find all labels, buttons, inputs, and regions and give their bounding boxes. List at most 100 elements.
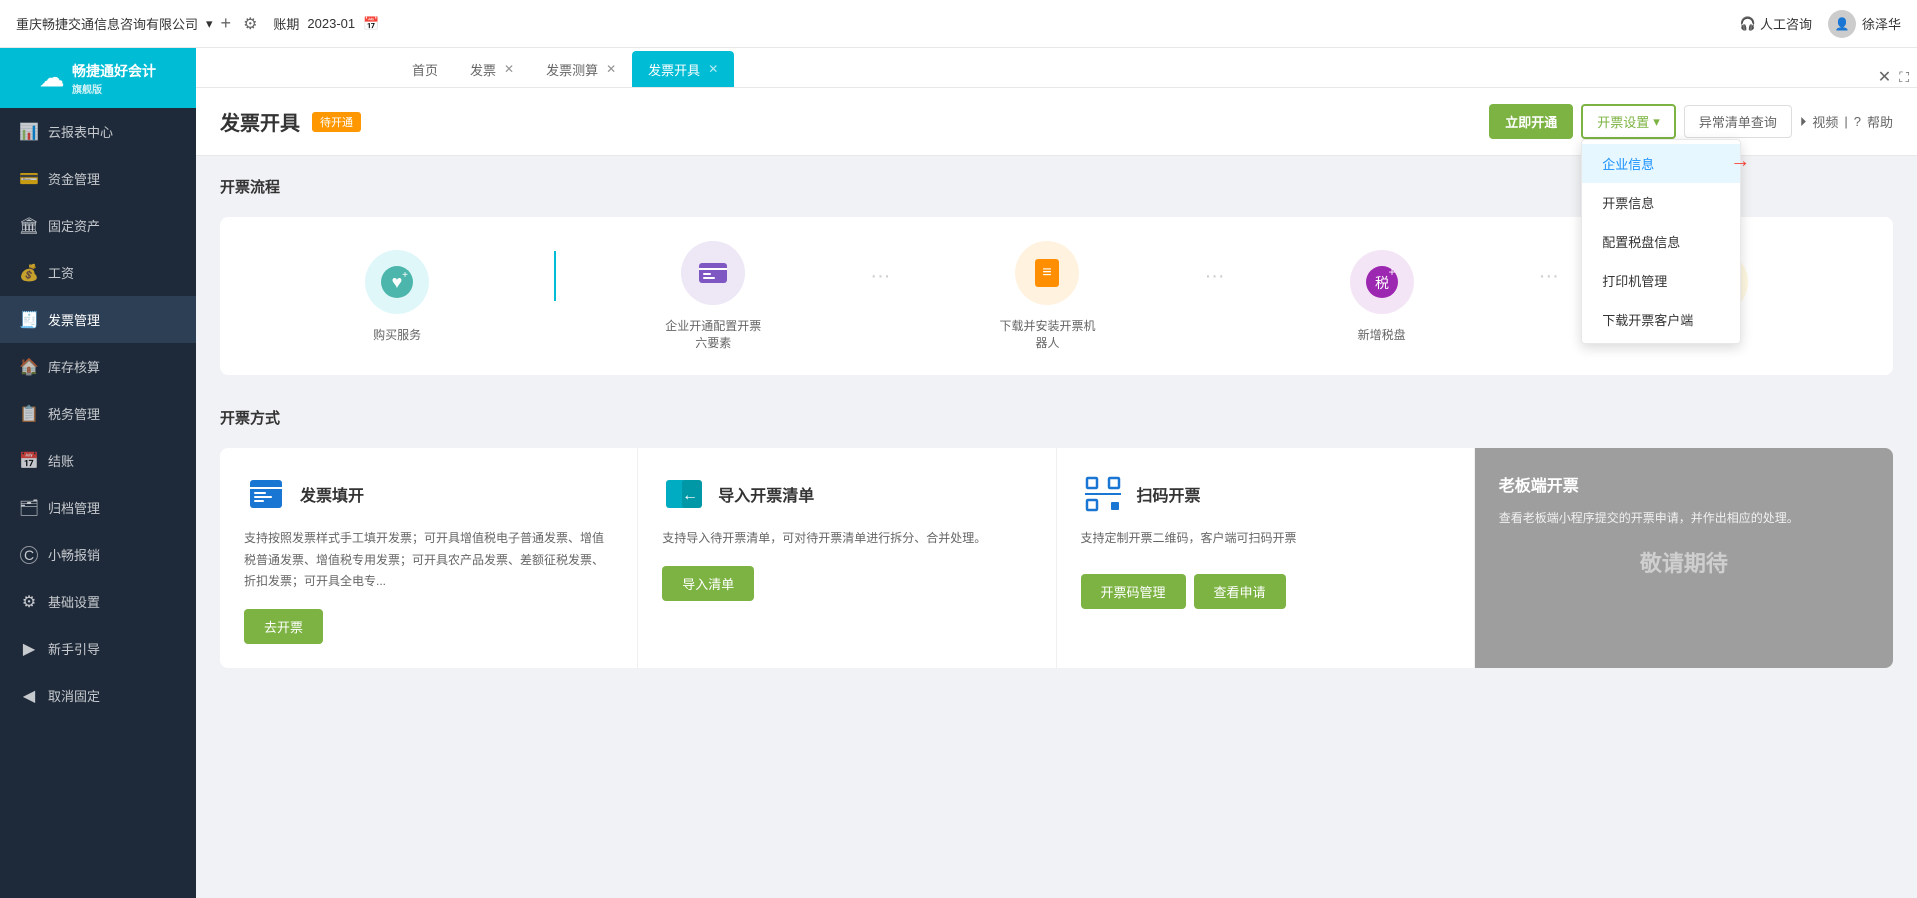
dropdown-arrow-icon: →: [1730, 150, 1750, 173]
process-divider-1: [554, 251, 556, 301]
user-info[interactable]: 👤 徐泽华: [1828, 10, 1901, 38]
svg-text:≡: ≡: [1043, 264, 1052, 281]
sidebar-item-payroll[interactable]: 💰 工资: [0, 249, 196, 296]
dropdown-item-invoice-info[interactable]: 开票信息: [1582, 183, 1740, 222]
avatar: 👤: [1828, 10, 1856, 38]
help-label[interactable]: 帮助: [1867, 112, 1893, 131]
invoice-methods-section: 开票方式 发票填开 支持按照发票样式手工填开发票；可开具增值税电子普通发票、增值…: [220, 407, 1893, 668]
sidebar-item-cancel-fixed[interactable]: ◀ 取消固定: [0, 672, 196, 719]
scan-qr-button[interactable]: 开票码管理: [1081, 574, 1186, 609]
header-actions: 立即开通 开票设置 ▾ 企业信息 →: [1489, 104, 1893, 139]
scan-invoice-header: 扫码开票: [1081, 472, 1450, 516]
dropdown-item-download-client[interactable]: 下载开票客户端: [1582, 300, 1740, 339]
svg-text:+: +: [1388, 265, 1395, 279]
sidebar-item-archive[interactable]: 🗂 归档管理: [0, 484, 196, 531]
method-boss-invoice: 老板端开票 查看老板端小程序提交的开票申请，并作出相应的处理。 敬请期待: [1475, 448, 1893, 668]
tab-invoice-calc-close[interactable]: ✕: [606, 62, 616, 76]
add-tax-disk-label: 新增税盘: [1358, 326, 1406, 343]
tab-invoice-open[interactable]: 发票开具 ✕: [632, 51, 734, 87]
content-area: 发票开具 待开通 立即开通 开票设置 ▾ 企业信息: [196, 88, 1917, 898]
period-selector[interactable]: 账期 2023-01 📅: [273, 14, 379, 33]
tab-close-all[interactable]: ✕: [1878, 67, 1891, 87]
svg-text:♥: ♥: [392, 272, 403, 292]
sidebar-item-label: 工资: [48, 263, 74, 282]
tab-bar: 首页 发票 ✕ 发票测算 ✕ 发票开具 ✕ ✕ ⛶: [196, 48, 1917, 88]
process-step-config: 企业开通配置开票六要素: [560, 241, 866, 351]
page-header: 发票开具 待开通 立即开通 开票设置 ▾ 企业信息: [196, 88, 1917, 156]
scan-invoice-title: 扫码开票: [1137, 482, 1201, 506]
company-info-label: 企业信息: [1602, 157, 1654, 172]
tab-bar-right: ✕ ⛶: [1878, 67, 1917, 87]
import-list-header: ← 导入开票清单: [662, 472, 1031, 516]
fill-invoice-button[interactable]: 去开票: [244, 609, 323, 644]
sidebar-item-tax-mgmt[interactable]: 📋 税务管理: [0, 390, 196, 437]
boss-invoice-title: 老板端开票: [1499, 472, 1579, 496]
tab-home-label: 首页: [412, 60, 438, 79]
consult-label: 人工咨询: [1760, 14, 1812, 33]
add-tax-disk-icon: 税+: [1350, 250, 1414, 314]
sidebar-item-label: 归档管理: [48, 498, 100, 517]
consult-button[interactable]: 🎧 人工咨询: [1740, 14, 1812, 33]
dropdown-item-printer-mgmt[interactable]: 打印机管理: [1582, 261, 1740, 300]
sidebar-item-settlement[interactable]: 📅 结账: [0, 437, 196, 484]
settings-icon[interactable]: ⚙: [243, 14, 257, 34]
basic-settings-icon: ⚙: [20, 593, 38, 611]
activate-button[interactable]: 立即开通: [1489, 104, 1573, 139]
buy-service-icon: ♥+: [365, 250, 429, 314]
sidebar-logo: ☁ 畅捷通好会计 旗舰版: [0, 48, 196, 108]
boss-invoice-desc: 查看老板端小程序提交的开票申请，并作出相应的处理。: [1499, 508, 1869, 530]
dropdown-item-company-info[interactable]: 企业信息 →: [1582, 144, 1740, 183]
fixed-assets-icon: 🏛: [20, 217, 38, 235]
sidebar: ☁ 畅捷通好会计 旗舰版 📊 云报表中心 💳 资金管理 🏛 固定资产 💰 工资 …: [0, 48, 196, 898]
company-selector[interactable]: 重庆畅捷交通信息咨询有限公司 ▾: [16, 14, 213, 33]
download-install-icon: ≡: [1015, 241, 1079, 305]
dropdown-item-tax-config[interactable]: 配置税盘信息: [1582, 222, 1740, 261]
scan-invoice-buttons: 开票码管理 查看申请: [1081, 574, 1450, 609]
sidebar-item-xiaochang[interactable]: C 小畅报销: [0, 531, 196, 578]
scan-invoice-desc: 支持定制开票二维码，客户端可扫码开票: [1081, 528, 1450, 550]
process-arrow-1: ···: [870, 265, 890, 288]
help-icon: ?: [1854, 114, 1861, 129]
settings-dropdown-wrapper: 开票设置 ▾ 企业信息 → 开票信息: [1581, 104, 1676, 139]
sidebar-item-fixed-assets[interactable]: 🏛 固定资产: [0, 202, 196, 249]
tab-invoice[interactable]: 发票 ✕: [454, 51, 530, 87]
sidebar-item-cloud-report[interactable]: 📊 云报表中心: [0, 108, 196, 155]
sidebar-item-new-guide[interactable]: ▶ 新手引导: [0, 625, 196, 672]
page-title-area: 发票开具 待开通: [220, 107, 361, 136]
settings-label: 开票设置: [1597, 112, 1649, 131]
logo-sub: 旗舰版: [72, 81, 156, 96]
tax-config-label: 配置税盘信息: [1602, 235, 1680, 250]
right-panel: 首页 发票 ✕ 发票测算 ✕ 发票开具 ✕ ✕ ⛶: [196, 48, 1917, 898]
import-list-icon: ←: [662, 472, 706, 516]
tab-expand[interactable]: ⛶: [1899, 69, 1909, 86]
logo-icon: ☁: [40, 64, 64, 93]
chevron-down-icon: ▾: [1653, 114, 1660, 130]
settings-dropdown-menu: 企业信息 → 开票信息 配置税盘信息 打印机管理: [1581, 139, 1741, 344]
view-apply-button[interactable]: 查看申请: [1194, 574, 1286, 609]
tab-invoice-close[interactable]: ✕: [504, 62, 514, 76]
printer-mgmt-label: 打印机管理: [1602, 274, 1667, 289]
tab-invoice-calc[interactable]: 发票测算 ✕: [530, 51, 632, 87]
exception-query-button[interactable]: 异常清单查询: [1684, 105, 1792, 138]
import-list-button[interactable]: 导入清单: [662, 566, 754, 601]
sidebar-item-label: 新手引导: [48, 639, 100, 658]
new-guide-icon: ▶: [20, 640, 38, 658]
invoice-mgmt-icon: 🧾: [20, 311, 38, 329]
tab-invoice-label: 发票: [470, 60, 496, 79]
add-icon[interactable]: +: [221, 13, 232, 34]
period-value: 2023-01: [307, 16, 355, 31]
sidebar-item-fund-mgmt[interactable]: 💳 资金管理: [0, 155, 196, 202]
scan-invoice-icon: [1081, 472, 1125, 516]
method-import-list: ← 导入开票清单 支持导入待开票清单，可对待开票清单进行拆分、合并处理。 导入清…: [638, 448, 1056, 668]
tab-home[interactable]: 首页: [396, 51, 454, 87]
archive-icon: 🗂: [20, 499, 38, 517]
tab-invoice-open-close[interactable]: ✕: [708, 62, 718, 76]
sidebar-item-invoice-mgmt[interactable]: 🧾 发票管理: [0, 296, 196, 343]
video-help-area: ⏵ 视频 | ? 帮助: [1800, 112, 1893, 131]
video-label[interactable]: 视频: [1812, 112, 1838, 131]
divider: |: [1844, 114, 1847, 129]
sidebar-item-inventory[interactable]: 🏠 库存核算: [0, 343, 196, 390]
settings-button[interactable]: 开票设置 ▾: [1581, 104, 1676, 139]
sidebar-item-basic-settings[interactable]: ⚙ 基础设置: [0, 578, 196, 625]
calendar-icon: 📅: [363, 16, 379, 32]
